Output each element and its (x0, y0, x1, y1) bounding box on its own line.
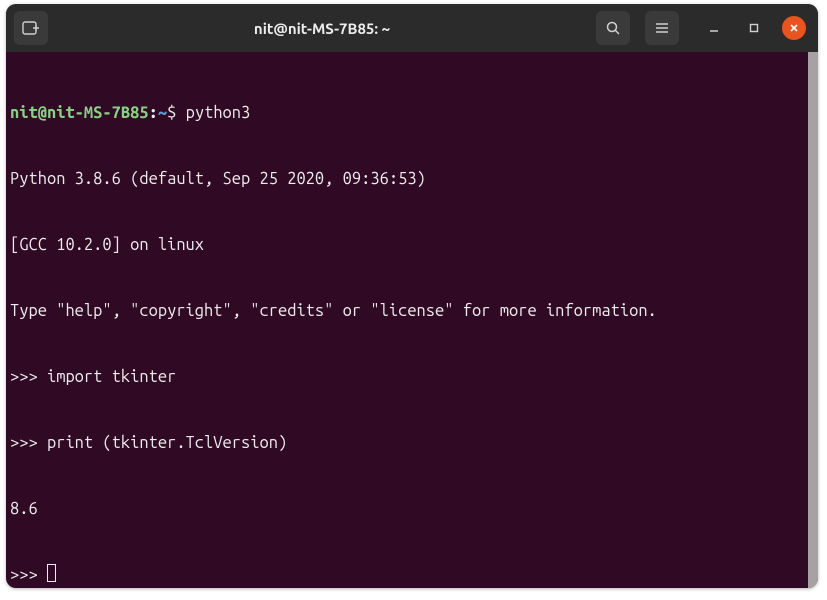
prompt-path: ~ (158, 104, 167, 122)
prompt-separator: : (149, 104, 158, 122)
menu-button[interactable] (645, 11, 679, 45)
prompt-user-host: nit@nit-MS-7B85 (10, 104, 149, 122)
prompt-symbol: $ (167, 104, 185, 122)
search-icon (605, 20, 621, 36)
window-title: nit@nit-MS-7B85: ~ (54, 20, 590, 37)
repl-prompt-text: >>> (10, 566, 47, 584)
output-line: Python 3.8.6 (default, Sep 25 2020, 09:3… (10, 168, 814, 190)
repl-prompt: >>> (10, 564, 814, 586)
new-tab-button[interactable] (14, 11, 48, 45)
minimize-button[interactable] (702, 16, 726, 40)
maximize-button[interactable] (742, 16, 766, 40)
maximize-icon (748, 22, 760, 34)
scrollbar[interactable] (808, 52, 818, 588)
repl-result: 8.6 (10, 498, 814, 520)
close-icon (788, 22, 800, 34)
cursor (47, 564, 56, 582)
minimize-icon (708, 22, 720, 34)
prompt-line: nit@nit-MS-7B85:~$ python3 (10, 102, 814, 124)
search-button[interactable] (596, 11, 630, 45)
titlebar-left (14, 11, 48, 45)
output-line: Type "help", "copyright", "credits" or "… (10, 300, 814, 322)
output-line: [GCC 10.2.0] on linux (10, 234, 814, 256)
new-tab-icon (22, 20, 40, 36)
titlebar: nit@nit-MS-7B85: ~ (6, 4, 818, 52)
hamburger-icon (654, 21, 670, 35)
close-button[interactable] (782, 16, 806, 40)
terminal-window: nit@nit-MS-7B85: ~ (6, 4, 818, 588)
terminal-body[interactable]: nit@nit-MS-7B85:~$ python3 Python 3.8.6 … (6, 52, 818, 588)
repl-line: >>> print (tkinter.TclVersion) (10, 432, 814, 454)
typed-command: python3 (186, 104, 251, 122)
window-controls (702, 16, 806, 40)
titlebar-right (596, 11, 810, 45)
repl-line: >>> import tkinter (10, 366, 814, 388)
